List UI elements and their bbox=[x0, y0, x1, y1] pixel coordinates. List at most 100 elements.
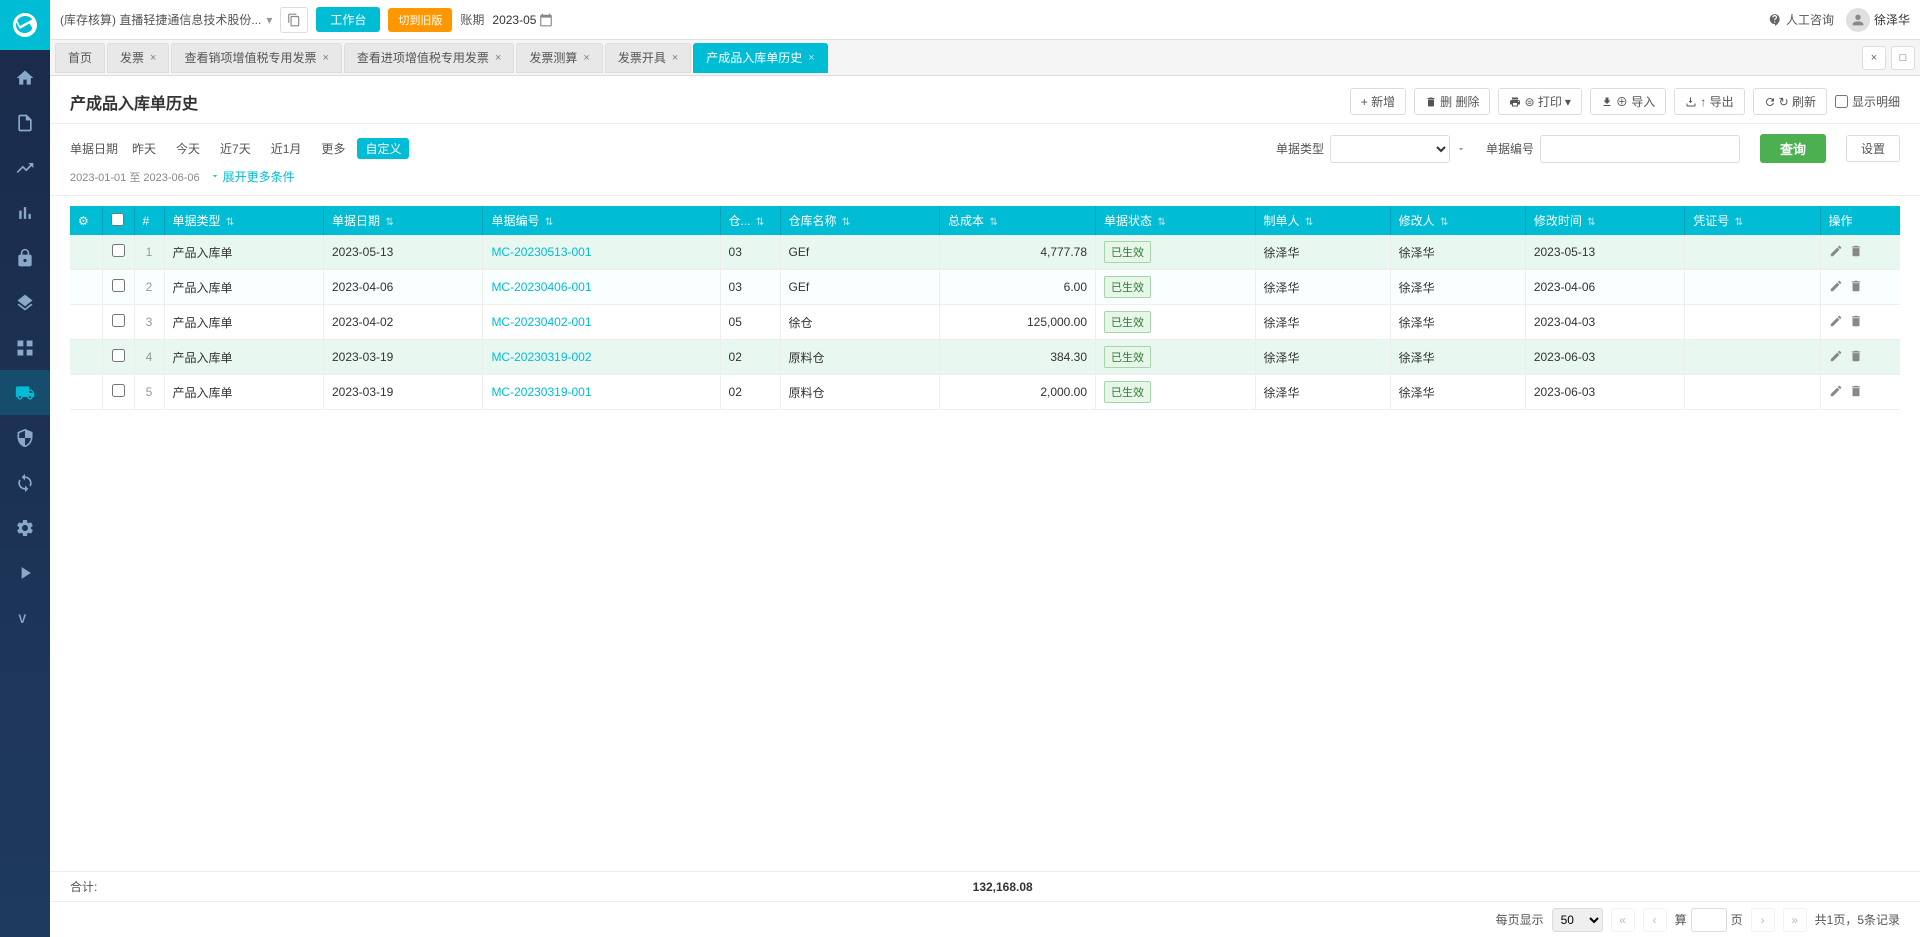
row-delete-icon[interactable] bbox=[1849, 314, 1863, 331]
tab-view-sales-vat-close[interactable]: × bbox=[322, 52, 328, 64]
row-checkbox-cell[interactable] bbox=[102, 375, 134, 410]
row-delete-icon[interactable] bbox=[1849, 244, 1863, 261]
tab-view-purchase-vat[interactable]: 查看进项增值税专用发票 × bbox=[344, 43, 514, 73]
row-docnum-link[interactable]: MC-20230319-002 bbox=[491, 350, 591, 364]
sidebar-item-analytics[interactable] bbox=[0, 145, 50, 190]
row-docnum[interactable]: MC-20230319-001 bbox=[483, 375, 720, 410]
date-7days-btn[interactable]: 近7天 bbox=[212, 138, 259, 159]
col-docdate[interactable]: 单据日期 ⇅ bbox=[323, 206, 482, 235]
row-checkbox[interactable] bbox=[112, 244, 125, 257]
date-custom-btn[interactable]: 自定义 bbox=[357, 138, 409, 159]
new-button[interactable]: + 新增 bbox=[1350, 88, 1406, 115]
query-button[interactable]: 查询 bbox=[1760, 134, 1826, 163]
date-1month-btn[interactable]: 近1月 bbox=[263, 138, 310, 159]
copy-button[interactable] bbox=[280, 7, 308, 33]
export-button[interactable]: ↑ 导出 bbox=[1674, 88, 1744, 115]
sidebar-item-lock[interactable] bbox=[0, 235, 50, 280]
select-all-checkbox[interactable] bbox=[111, 213, 124, 226]
row-checkbox-cell[interactable] bbox=[102, 340, 134, 375]
row-edit-icon[interactable] bbox=[1829, 384, 1843, 401]
col-status[interactable]: 单据状态 ⇅ bbox=[1096, 206, 1255, 235]
sidebar-item-doc[interactable] bbox=[0, 100, 50, 145]
date-more-btn[interactable]: 更多 bbox=[313, 138, 353, 159]
next-page-button[interactable]: › bbox=[1751, 908, 1775, 932]
row-edit-icon[interactable] bbox=[1829, 349, 1843, 366]
service-button[interactable]: 人工咨询 bbox=[1768, 11, 1834, 28]
tab-invoice-calc[interactable]: 发票测算 × bbox=[516, 43, 602, 73]
col-whcode[interactable]: 仓... ⇅ bbox=[720, 206, 780, 235]
last-page-button[interactable]: » bbox=[1783, 908, 1807, 932]
col-checkbox[interactable] bbox=[102, 206, 134, 235]
tab-product-inbound-history[interactable]: 产成品入库单历史 × bbox=[693, 43, 827, 73]
row-docnum-link[interactable]: MC-20230406-001 bbox=[491, 280, 591, 294]
row-docnum[interactable]: MC-20230319-002 bbox=[483, 340, 720, 375]
row-checkbox[interactable] bbox=[112, 384, 125, 397]
row-checkbox[interactable] bbox=[112, 349, 125, 362]
period-switch-button[interactable]: 切到旧版 bbox=[388, 8, 452, 32]
row-edit-icon[interactable] bbox=[1829, 279, 1843, 296]
date-today-btn[interactable]: 今天 bbox=[168, 138, 208, 159]
sidebar-item-layers[interactable] bbox=[0, 280, 50, 325]
sidebar-item-play[interactable] bbox=[0, 550, 50, 595]
tab-invoice-issue-close[interactable]: × bbox=[672, 52, 678, 64]
sidebar-item-warehouse[interactable] bbox=[0, 370, 50, 415]
row-delete-icon[interactable] bbox=[1849, 384, 1863, 401]
filter-expand-btn[interactable]: 展开更多条件 bbox=[210, 168, 295, 185]
print-button[interactable]: ⊜ 打印 ▾ bbox=[1498, 88, 1581, 115]
col-totalcost[interactable]: 总成本 ⇅ bbox=[939, 206, 1095, 235]
tab-invoice-close[interactable]: × bbox=[150, 52, 156, 64]
sidebar-item-grid[interactable] bbox=[0, 325, 50, 370]
workbench-button[interactable]: 工作台 bbox=[316, 7, 380, 32]
tab-invoice-calc-close[interactable]: × bbox=[583, 52, 589, 64]
row-docnum[interactable]: MC-20230513-001 bbox=[483, 235, 720, 270]
brand-dropdown-arrow[interactable]: ▾ bbox=[266, 13, 272, 27]
sidebar-item-version[interactable]: V bbox=[0, 595, 50, 640]
row-docnum[interactable]: MC-20230406-001 bbox=[483, 270, 720, 305]
row-edit-icon[interactable] bbox=[1829, 244, 1843, 261]
app-logo[interactable] bbox=[0, 0, 50, 50]
row-edit-icon[interactable] bbox=[1829, 314, 1843, 331]
col-voucher[interactable]: 凭证号 ⇅ bbox=[1685, 206, 1820, 235]
filter-settings-button[interactable]: 设置 bbox=[1846, 135, 1900, 162]
show-detail-checkbox[interactable]: 显示明细 bbox=[1835, 93, 1900, 110]
refresh-button[interactable]: ↻ 刷新 bbox=[1753, 88, 1827, 115]
sidebar-item-refresh[interactable] bbox=[0, 460, 50, 505]
col-doctype[interactable]: 单据类型 ⇅ bbox=[164, 206, 323, 235]
row-checkbox[interactable] bbox=[112, 279, 125, 292]
col-modifier[interactable]: 修改人 ⇅ bbox=[1390, 206, 1525, 235]
tab-invoice-issue[interactable]: 发票开具 × bbox=[605, 43, 691, 73]
row-docnum-link[interactable]: MC-20230319-001 bbox=[491, 385, 591, 399]
delete-button[interactable]: 删 删除 bbox=[1414, 88, 1490, 115]
tab-close-all-button[interactable]: × bbox=[1862, 46, 1886, 70]
import-button[interactable]: ⊕ 导入 bbox=[1590, 88, 1666, 115]
row-docnum[interactable]: MC-20230402-001 bbox=[483, 305, 720, 340]
row-docnum-link[interactable]: MC-20230513-001 bbox=[491, 245, 591, 259]
row-docnum-link[interactable]: MC-20230402-001 bbox=[491, 315, 591, 329]
date-yesterday-btn[interactable]: 昨天 bbox=[124, 138, 164, 159]
row-checkbox-cell[interactable] bbox=[102, 305, 134, 340]
row-checkbox-cell[interactable] bbox=[102, 235, 134, 270]
tab-view-sales-vat[interactable]: 查看销项增值税专用发票 × bbox=[171, 43, 341, 73]
first-page-button[interactable]: « bbox=[1611, 908, 1635, 932]
filter-doctype-select[interactable] bbox=[1330, 135, 1450, 163]
tab-view-purchase-vat-close[interactable]: × bbox=[495, 52, 501, 64]
col-settings[interactable]: ⚙ bbox=[70, 206, 102, 235]
user-menu[interactable]: 徐泽华 bbox=[1846, 8, 1910, 32]
sidebar-item-stamp[interactable] bbox=[0, 415, 50, 460]
row-delete-icon[interactable] bbox=[1849, 279, 1863, 296]
row-delete-icon[interactable] bbox=[1849, 349, 1863, 366]
prev-page-button[interactable]: ‹ bbox=[1643, 908, 1667, 932]
page-number-input[interactable]: 1 bbox=[1691, 908, 1727, 932]
tab-invoice[interactable]: 发票 × bbox=[107, 43, 169, 73]
tab-expand-button[interactable]: □ bbox=[1891, 46, 1915, 70]
col-creator[interactable]: 制单人 ⇅ bbox=[1255, 206, 1390, 235]
row-checkbox-cell[interactable] bbox=[102, 270, 134, 305]
sidebar-item-home[interactable] bbox=[0, 55, 50, 100]
tab-product-inbound-history-close[interactable]: × bbox=[808, 52, 814, 64]
filter-docnum-input[interactable] bbox=[1540, 135, 1740, 163]
sidebar-item-settings[interactable] bbox=[0, 505, 50, 550]
sidebar-item-chart[interactable] bbox=[0, 190, 50, 235]
col-modtime[interactable]: 修改时间 ⇅ bbox=[1525, 206, 1684, 235]
row-checkbox[interactable] bbox=[112, 314, 125, 327]
per-page-select[interactable]: 50 10 20 100 bbox=[1552, 908, 1603, 932]
